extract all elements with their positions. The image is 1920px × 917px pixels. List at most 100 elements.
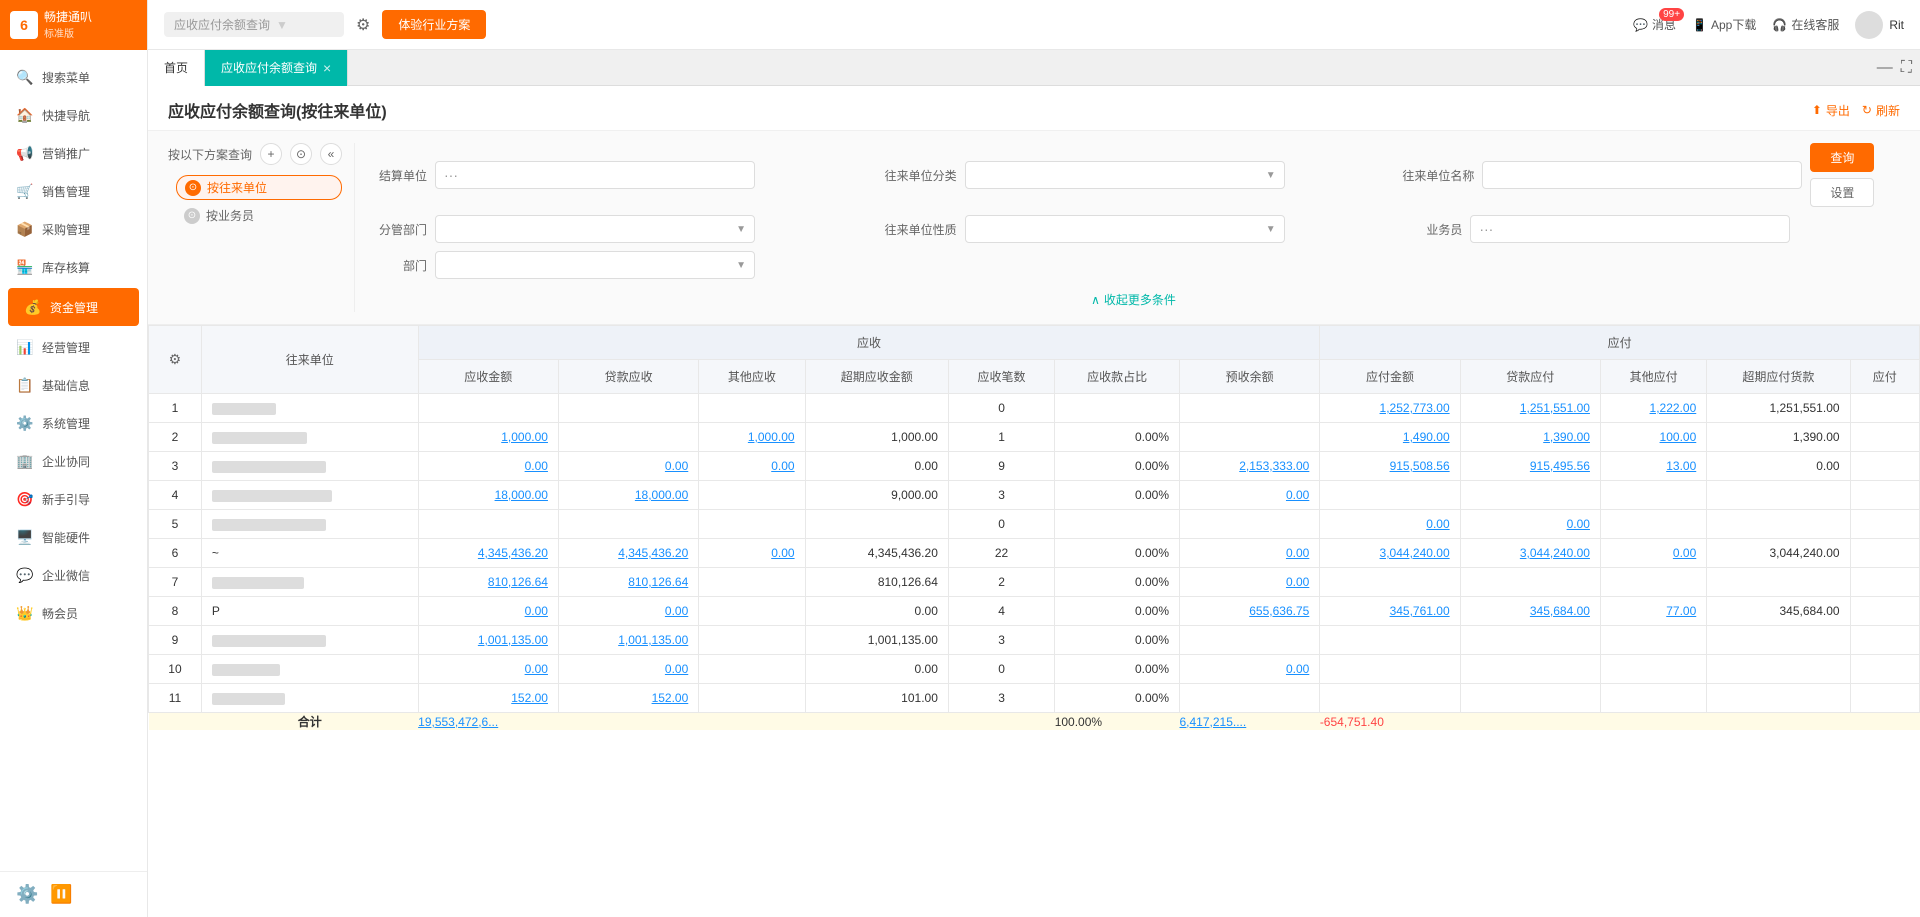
data-cell[interactable] — [558, 423, 698, 452]
collapse-scheme-button[interactable]: « — [320, 143, 342, 165]
dept-select[interactable]: ▼ — [435, 251, 755, 279]
data-cell[interactable]: 0.00 — [418, 655, 558, 684]
tab-close-icon[interactable]: × — [323, 60, 331, 76]
data-cell[interactable] — [1460, 481, 1600, 510]
link-value[interactable]: 77.00 — [1666, 604, 1696, 618]
data-cell[interactable]: 0.00 — [418, 597, 558, 626]
sidebar-item-search[interactable]: 🔍 搜索菜单 — [0, 58, 147, 96]
footer-recv-total[interactable]: 19,553,472,6... — [418, 713, 558, 731]
table-container[interactable]: ⚙ 往来单位 应收 应付 应收金额 贷款应收 其他应收 超期应收金额 应收笔数 … — [148, 325, 1920, 917]
data-cell[interactable] — [1460, 684, 1600, 713]
data-cell[interactable]: 1,252,773.00 — [1320, 394, 1460, 423]
col-settings[interactable]: ⚙ — [149, 326, 202, 394]
sidebar-item-operation[interactable]: 📊 经营管理 — [0, 328, 147, 366]
link-value[interactable]: 0.00 — [771, 546, 794, 560]
footer-prepaid[interactable]: 6,417,215.... — [1180, 713, 1320, 731]
settlement-unit-input[interactable]: ··· — [435, 161, 755, 189]
data-cell[interactable]: 4,345,436.20 — [558, 539, 698, 568]
dept-managed-select[interactable]: ▼ — [435, 215, 755, 243]
data-cell[interactable] — [418, 510, 558, 539]
link-value[interactable]: 345,761.00 — [1390, 604, 1450, 618]
unit-name-input[interactable] — [1482, 161, 1802, 189]
link-value[interactable]: 2,153,333.00 — [1239, 459, 1309, 473]
sidebar-item-basic[interactable]: 📋 基础信息 — [0, 366, 147, 404]
data-cell[interactable] — [699, 510, 805, 539]
data-cell[interactable]: 0.00 — [1180, 655, 1320, 684]
link-value[interactable]: 915,508.56 — [1390, 459, 1450, 473]
data-cell[interactable] — [1460, 626, 1600, 655]
data-cell[interactable]: 3,044,240.00 — [1460, 539, 1600, 568]
data-cell[interactable]: 0.00 — [1180, 568, 1320, 597]
data-cell[interactable] — [1320, 684, 1460, 713]
link-value[interactable]: 0.00 — [665, 662, 688, 676]
link-value[interactable]: 4,345,436.20 — [618, 546, 688, 560]
data-cell[interactable] — [699, 655, 805, 684]
data-cell[interactable]: 0.00 — [1180, 481, 1320, 510]
data-cell[interactable] — [699, 481, 805, 510]
link-value[interactable]: 18,000.00 — [635, 488, 688, 502]
sidebar-item-wechat[interactable]: 💬 企业微信 — [0, 556, 147, 594]
data-cell[interactable]: 0.00 — [1600, 539, 1706, 568]
link-value[interactable]: 0.00 — [1286, 662, 1309, 676]
data-cell[interactable]: 1,000.00 — [699, 423, 805, 452]
data-cell[interactable] — [1320, 655, 1460, 684]
setting-button[interactable]: 设置 — [1810, 178, 1874, 207]
link-value[interactable]: 3,044,240.00 — [1380, 546, 1450, 560]
data-cell[interactable]: 0.00 — [558, 452, 698, 481]
data-cell[interactable]: 1,390.00 — [1460, 423, 1600, 452]
data-cell[interactable]: 2,153,333.00 — [1180, 452, 1320, 481]
sidebar-item-inventory[interactable]: 🏪 库存核算 — [0, 248, 147, 286]
link-value[interactable]: 1,222.00 — [1650, 401, 1697, 415]
link-value[interactable]: 1,252,773.00 — [1380, 401, 1450, 415]
link-value[interactable]: 1,001,135.00 — [478, 633, 548, 647]
data-cell[interactable]: 0.00 — [558, 597, 698, 626]
link-value[interactable]: 0.00 — [771, 459, 794, 473]
user-info[interactable]: Rit — [1855, 11, 1904, 39]
sidebar-item-enterprise[interactable]: 🏢 企业协同 — [0, 442, 147, 480]
data-cell[interactable]: 18,000.00 — [418, 481, 558, 510]
link-value[interactable]: 655,636.75 — [1249, 604, 1309, 618]
link-value[interactable]: 0.00 — [1426, 517, 1449, 531]
data-cell[interactable] — [1460, 655, 1600, 684]
link-value[interactable]: 0.00 — [1286, 546, 1309, 560]
tab-maximize-icon[interactable]: ⛶ — [1901, 59, 1912, 77]
data-cell[interactable] — [699, 394, 805, 423]
data-cell[interactable] — [1320, 481, 1460, 510]
data-cell[interactable] — [699, 597, 805, 626]
data-cell[interactable] — [1460, 568, 1600, 597]
sidebar-item-member[interactable]: 👑 畅会员 — [0, 594, 147, 632]
link-value[interactable]: 0.00 — [665, 459, 688, 473]
data-cell[interactable] — [699, 684, 805, 713]
data-cell[interactable]: 13.00 — [1600, 452, 1706, 481]
data-cell[interactable] — [1180, 423, 1320, 452]
link-value[interactable]: 345,684.00 — [1530, 604, 1590, 618]
data-cell[interactable]: 1,001,135.00 — [418, 626, 558, 655]
link-value[interactable]: 0.00 — [1286, 575, 1309, 589]
link-value[interactable]: 0.00 — [1673, 546, 1696, 560]
data-cell[interactable]: 0.00 — [1460, 510, 1600, 539]
unit-category-select[interactable]: ▼ — [965, 161, 1285, 189]
data-cell[interactable] — [1600, 626, 1706, 655]
data-cell[interactable]: 1,222.00 — [1600, 394, 1706, 423]
link-value[interactable]: 1,390.00 — [1543, 430, 1590, 444]
sidebar-item-purchase[interactable]: 📦 采购管理 — [0, 210, 147, 248]
collapse-footer-icon[interactable]: ⏸️ — [50, 884, 72, 905]
data-cell[interactable] — [418, 394, 558, 423]
sidebar-item-quicknav[interactable]: 🏠 快捷导航 — [0, 96, 147, 134]
link-value[interactable]: 152.00 — [511, 691, 548, 705]
link-value[interactable]: 4,345,436.20 — [478, 546, 548, 560]
data-cell[interactable]: 345,761.00 — [1320, 597, 1460, 626]
link-value[interactable]: 0.00 — [1286, 488, 1309, 502]
sidebar-item-finance[interactable]: 💰 资金管理 — [8, 288, 139, 326]
data-cell[interactable]: 1,251,551.00 — [1460, 394, 1600, 423]
app-download-action[interactable]: 📱 App下载 — [1692, 16, 1756, 33]
data-cell[interactable]: 0.00 — [558, 655, 698, 684]
data-cell[interactable]: 810,126.64 — [418, 568, 558, 597]
data-cell[interactable]: 915,508.56 — [1320, 452, 1460, 481]
link-value[interactable]: 1,251,551.00 — [1520, 401, 1590, 415]
refresh-button[interactable]: ↻ 刷新 — [1862, 102, 1900, 119]
data-cell[interactable] — [1600, 684, 1706, 713]
sidebar-item-sales[interactable]: 🛒 销售管理 — [0, 172, 147, 210]
link-value[interactable]: 1,001,135.00 — [618, 633, 688, 647]
sidebar-item-marketing[interactable]: 📢 营销推广 — [0, 134, 147, 172]
